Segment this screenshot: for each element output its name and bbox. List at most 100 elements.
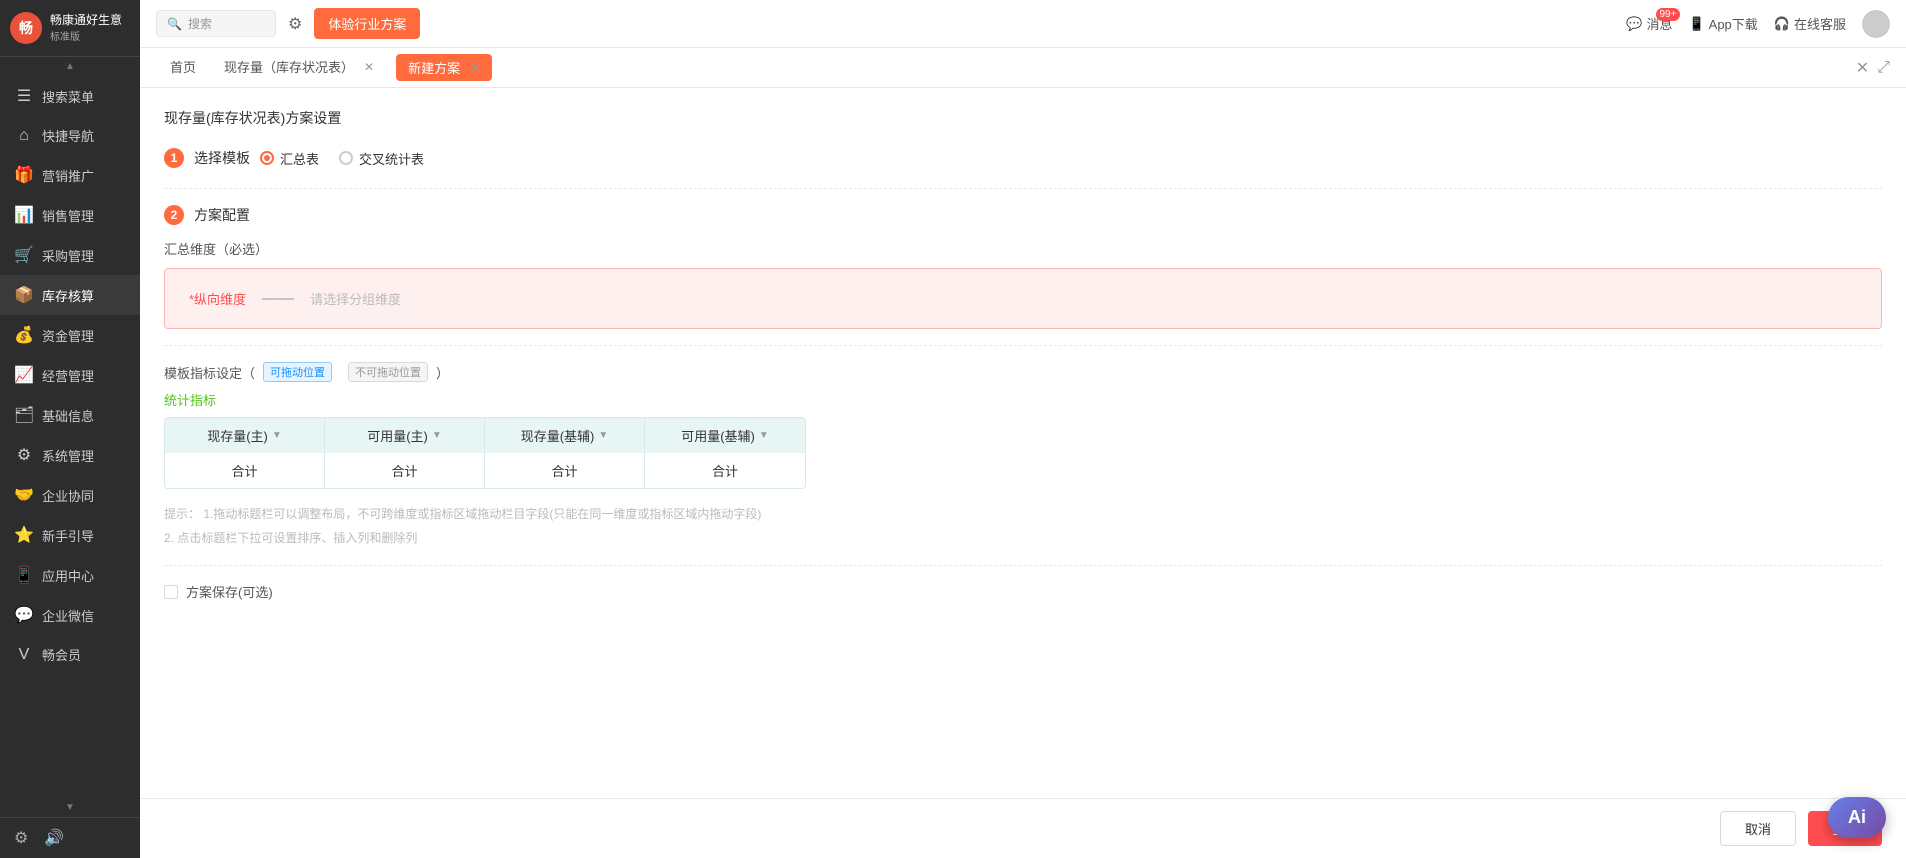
sidebar-item-search-menu[interactable]: ☰ 搜索菜单	[0, 76, 140, 116]
stats-table: 现存量(主) ▼ 可用量(主) ▼	[164, 417, 806, 489]
sidebar-item-weixin[interactable]: 💬 企业微信	[0, 595, 140, 635]
sidebar-item-cooperation[interactable]: 🤝 企业协同	[0, 475, 140, 515]
gear-settings-icon[interactable]: ⚙	[288, 14, 302, 34]
sidebar-item-guide[interactable]: ⭐ 新手引导	[0, 515, 140, 555]
step2-section: 2 方案配置 汇总维度（必选） *纵向维度 —— 请选择分组维度 模板指标设定（…	[164, 205, 1882, 601]
dimension-placeholder: 请选择分组维度	[310, 289, 401, 308]
sidebar-scroll-up[interactable]: ▲	[0, 57, 140, 76]
radio-dot-cross	[339, 151, 353, 165]
tab-new-plan[interactable]: 新建方案 ✕	[396, 54, 492, 81]
col4-chevron-icon: ▼	[759, 430, 769, 441]
tip-2: 2. 点击标题栏下拉可设置排序、插入列和删除列	[164, 528, 1882, 550]
col4-header-label: 可用量(基辅)	[681, 426, 755, 445]
search-icon: 🔍	[167, 17, 182, 31]
stats-col-3-header-content: 现存量(基辅) ▼	[485, 418, 644, 453]
sidebar-item-app-center[interactable]: 📱 应用中心	[0, 555, 140, 595]
close-panel-icon[interactable]: ✕	[1856, 58, 1869, 78]
sidebar-item-label: 应用中心	[42, 566, 94, 585]
sidebar-item-label: 新手引导	[42, 526, 94, 545]
sidebar-item-inventory[interactable]: 📦 库存核算	[0, 275, 140, 315]
cancel-button[interactable]: 取消	[1720, 811, 1796, 846]
dimension-box[interactable]: *纵向维度 —— 请选择分组维度	[164, 268, 1882, 329]
col4-body-value: 合计	[645, 453, 805, 488]
chat-icon: 💬	[14, 605, 34, 625]
save-checkbox[interactable]	[164, 585, 178, 599]
sidebar-item-finance[interactable]: 💰 资金管理	[0, 315, 140, 355]
sidebar-item-sales[interactable]: 📊 销售管理	[0, 195, 140, 235]
tab-new-label: 新建方案	[408, 58, 460, 77]
template-radio-group: 汇总表 交叉统计表	[260, 149, 424, 168]
stats-col-4-header[interactable]: 可用量(基辅) ▼	[645, 418, 805, 453]
col2-header-label: 可用量(主)	[367, 426, 428, 445]
tab-close-new[interactable]: ✕	[470, 61, 480, 75]
indicator-label-start: 模板指标设定（	[164, 363, 255, 382]
radio-summary[interactable]: 汇总表	[260, 149, 319, 168]
footer: 取消 查询	[140, 798, 1906, 858]
ai-fab-button[interactable]: Ai	[1828, 797, 1886, 838]
search-bar[interactable]: 🔍 搜索	[156, 10, 276, 37]
save-option[interactable]: 方案保存(可选)	[164, 582, 1882, 601]
stats-col-2-header[interactable]: 可用量(主) ▼	[325, 418, 485, 453]
step2-header: 2 方案配置	[164, 205, 1882, 225]
col2-body-value: 合计	[325, 453, 484, 488]
stats-col-3-body: 合计	[485, 453, 645, 488]
step2-title: 方案配置	[194, 205, 250, 225]
search-placeholder: 搜索	[188, 15, 212, 32]
tab-home-label: 首页	[170, 57, 196, 76]
sidebar-scroll-down[interactable]: ▼	[0, 798, 140, 817]
tip-1: 提示： 1.拖动标题栏可以调整布局，不可跨维度或指标区域拖动栏目字段(只能在同一…	[164, 504, 1882, 526]
sidebar-item-basic-info[interactable]: 🗂 基础信息	[0, 395, 140, 435]
user-avatar[interactable]	[1862, 10, 1890, 38]
industry-btn[interactable]: 体验行业方案	[314, 8, 420, 39]
sidebar-item-operations[interactable]: 📈 经营管理	[0, 355, 140, 395]
stats-col-1-header-content: 现存量(主) ▼	[165, 418, 324, 453]
folder-icon: 🗂	[14, 405, 34, 425]
dimension-section-label: 汇总维度（必选）	[164, 239, 1882, 258]
divider-2	[164, 345, 1882, 346]
app-version: 标准版	[50, 28, 122, 43]
message-btn[interactable]: 💬 消息 99+	[1626, 14, 1672, 33]
radio-cross[interactable]: 交叉统计表	[339, 149, 424, 168]
sidebar-item-marketing[interactable]: 🎁 营销推广	[0, 155, 140, 195]
sidebar-item-label: 企业微信	[42, 606, 94, 625]
chart-icon: 📊	[14, 205, 34, 225]
sidebar-item-quick-nav[interactable]: ⌂ 快捷导航	[0, 116, 140, 155]
page-title: 现存量(库存状况表)方案设置	[164, 108, 1882, 128]
message-icon: 💬	[1626, 16, 1642, 32]
star-icon: ⭐	[14, 525, 34, 545]
sidebar-item-purchase[interactable]: 🛒 采购管理	[0, 235, 140, 275]
dimension-separator: ——	[262, 290, 294, 308]
sidebar-item-label: 库存核算	[42, 286, 94, 305]
step1-section: 1 选择模板 汇总表 交叉统计表	[164, 148, 1882, 168]
home-icon: ⌂	[14, 127, 34, 145]
sidebar-item-system[interactable]: ⚙ 系统管理	[0, 435, 140, 475]
search-menu-icon: ☰	[14, 86, 34, 106]
divider-1	[164, 188, 1882, 189]
sidebar-item-label: 畅会员	[42, 645, 81, 664]
stats-section: 统计指标 现存量(主) ▼	[164, 390, 1882, 492]
sidebar-item-label: 企业协同	[42, 486, 94, 505]
stats-title: 统计指标	[164, 390, 1882, 409]
mobile-icon: 📱	[14, 565, 34, 585]
expand-panel-icon[interactable]: ⤢	[1877, 59, 1890, 77]
sidebar-logo: 畅 畅康通好生意 标准版	[0, 0, 140, 57]
radio-cross-label: 交叉统计表	[359, 149, 424, 168]
stats-col-4-body: 合计	[645, 453, 805, 488]
tab-close-inventory[interactable]: ✕	[364, 60, 374, 74]
settings-icon[interactable]: ⚙	[14, 828, 28, 848]
stats-table-header: 现存量(主) ▼ 可用量(主) ▼	[165, 418, 805, 453]
col3-chevron-icon: ▼	[598, 430, 608, 441]
tab-inventory-status[interactable]: 现存量（库存状况表） ✕	[210, 48, 388, 88]
tab-home[interactable]: 首页	[156, 48, 210, 88]
stats-col-1-header[interactable]: 现存量(主) ▼	[165, 418, 325, 453]
app-logo-icon: 畅	[10, 12, 42, 44]
sidebar-item-member[interactable]: V 畅会员	[0, 635, 140, 674]
col3-header-label: 现存量(基辅)	[521, 426, 595, 445]
online-service-btn[interactable]: 🎧 在线客服	[1774, 14, 1846, 33]
audio-icon[interactable]: 🔊	[44, 828, 64, 848]
indicator-settings-label: 模板指标设定（ 可拖动位置 不可拖动位置 ）	[164, 362, 1882, 382]
money-icon: 💰	[14, 325, 34, 345]
app-download-btn[interactable]: 📱 App下载	[1688, 14, 1757, 33]
indicator-label-end: ）	[436, 363, 449, 382]
stats-col-3-header[interactable]: 现存量(基辅) ▼	[485, 418, 645, 453]
